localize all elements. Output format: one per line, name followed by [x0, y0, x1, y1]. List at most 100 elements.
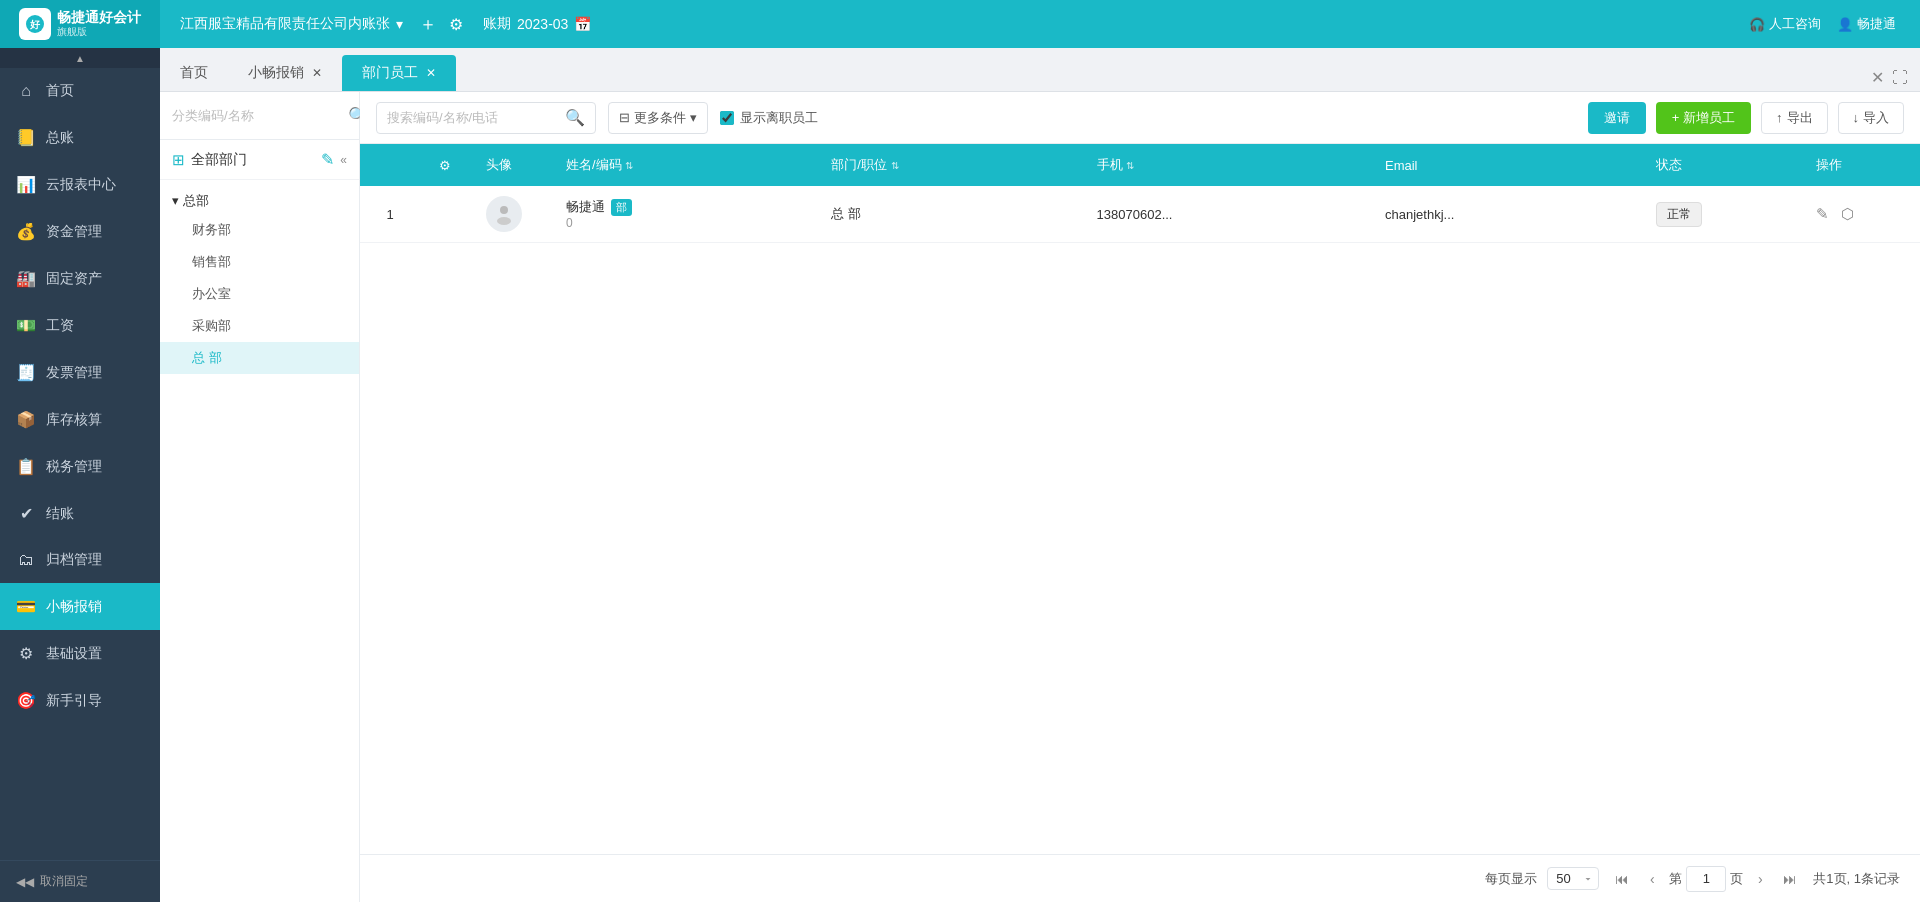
- all-dept-label[interactable]: 全部部门: [191, 151, 315, 169]
- tab-expense-close[interactable]: ✕: [312, 66, 322, 80]
- sidebar-item-assets[interactable]: 🏭 固定资产: [0, 255, 160, 302]
- settings-icon[interactable]: ⚙: [449, 15, 463, 34]
- employee-search-icon[interactable]: 🔍: [565, 108, 585, 127]
- sidebar-item-label: 首页: [46, 82, 74, 100]
- dept-search-input[interactable]: [172, 108, 340, 123]
- dept-grid-icon: ⊞: [172, 151, 185, 169]
- user-name: 畅捷通: [1857, 15, 1896, 33]
- inventory-icon: 📦: [16, 410, 36, 429]
- sidebar-scroll-up[interactable]: ▲: [0, 48, 160, 68]
- last-page-btn[interactable]: ⏭: [1777, 866, 1803, 892]
- guide-icon: 🎯: [16, 691, 36, 710]
- col-name[interactable]: 姓名/编码 ⇅: [550, 144, 815, 186]
- sidebar-item-home[interactable]: ⌂ 首页: [0, 68, 160, 114]
- tab-bar-right: ✕ ⛶: [1859, 68, 1920, 91]
- sidebar-item-fund[interactable]: 💰 资金管理: [0, 208, 160, 255]
- sidebar-item-expense[interactable]: 💳 小畅报销: [0, 583, 160, 630]
- unpin-btn[interactable]: ◀◀ 取消固定: [0, 860, 160, 902]
- per-page-select[interactable]: 50 10 20 100: [1547, 867, 1599, 890]
- user-btn[interactable]: 👤 畅捷通: [1837, 15, 1896, 33]
- edit-btn[interactable]: ✎: [1816, 205, 1829, 223]
- add-employee-button[interactable]: + 新增员工: [1656, 102, 1751, 134]
- archive-icon: 🗂: [16, 551, 36, 569]
- employee-table-wrap: ⚙ 头像 姓名/编码 ⇅ 部门/职位 ⇅: [360, 144, 1920, 854]
- sidebar-item-salary[interactable]: 💵 工资: [0, 302, 160, 349]
- company-name: 江西服宝精品有限责任公司内账张: [180, 15, 390, 33]
- dept-item-purchase[interactable]: 采购部: [160, 310, 359, 342]
- tab-close-btn[interactable]: ✕: [1871, 68, 1884, 87]
- dept-item-hq[interactable]: 总 部: [160, 342, 359, 374]
- employee-table: ⚙ 头像 姓名/编码 ⇅ 部门/职位 ⇅: [360, 144, 1920, 243]
- service-btn[interactable]: 🎧 人工咨询: [1749, 15, 1821, 33]
- emp-code: 0: [566, 216, 799, 230]
- prev-page-btn[interactable]: ‹: [1639, 866, 1665, 892]
- dept-tree-section-root[interactable]: ▾ 总部: [160, 188, 359, 214]
- tab-home[interactable]: 首页: [160, 55, 228, 91]
- col-phone[interactable]: 手机 ⇅: [1081, 144, 1369, 186]
- sidebar-item-invoice[interactable]: 🧾 发票管理: [0, 349, 160, 396]
- table-row: 1: [360, 186, 1920, 243]
- tab-bar: 首页 小畅报销 ✕ 部门员工 ✕ ✕ ⛶: [160, 48, 1920, 92]
- first-page-btn[interactable]: ⏮: [1609, 866, 1635, 892]
- tab-expense[interactable]: 小畅报销 ✕: [228, 55, 342, 91]
- sidebar-item-label: 固定资产: [46, 270, 102, 288]
- invite-button[interactable]: 邀请: [1588, 102, 1646, 134]
- ledger-icon: 📒: [16, 128, 36, 147]
- tab-dept-label: 部门员工: [362, 64, 418, 82]
- sidebar-item-inventory[interactable]: 📦 库存核算: [0, 396, 160, 443]
- filter-label: 更多条件: [634, 109, 686, 127]
- company-dropdown-icon[interactable]: ▾: [396, 16, 403, 32]
- tab-expand-btn[interactable]: ⛶: [1892, 69, 1908, 87]
- period-value[interactable]: 2023-03: [517, 16, 568, 32]
- tab-dept[interactable]: 部门员工 ✕: [342, 55, 456, 91]
- logo-sub: 旗舰版: [57, 25, 141, 39]
- show-resign-input[interactable]: [720, 111, 734, 125]
- cell-dept: 总 部: [815, 186, 1080, 243]
- emp-name-wrap: 畅捷通 部: [566, 198, 799, 216]
- salary-icon: 💵: [16, 316, 36, 335]
- page-input[interactable]: [1686, 866, 1726, 892]
- add-company-icon[interactable]: ＋: [419, 12, 437, 36]
- phone-sort-icon: ⇅: [1126, 160, 1134, 171]
- sidebar-item-settings[interactable]: ⚙ 基础设置: [0, 630, 160, 677]
- col-dept[interactable]: 部门/职位 ⇅: [815, 144, 1080, 186]
- export-button[interactable]: ↑ 导出: [1761, 102, 1828, 134]
- dept-edit-icon[interactable]: ✎: [321, 150, 334, 169]
- dept-sort-icon: ⇅: [891, 160, 899, 171]
- employee-search-bar: 🔍: [376, 102, 596, 134]
- sidebar-item-ledger[interactable]: 📒 总账: [0, 114, 160, 161]
- dept-collapse-icon[interactable]: «: [340, 153, 347, 167]
- col-gear[interactable]: ⚙: [420, 144, 470, 186]
- dept-tree: ▾ 总部 财务部 销售部 办公室 采购部 总 部: [160, 180, 359, 902]
- svg-point-2: [500, 206, 508, 214]
- import-button[interactable]: ↓ 导入: [1838, 102, 1905, 134]
- sidebar-item-guide[interactable]: 🎯 新手引导: [0, 677, 160, 724]
- cell-actions: ✎ ⬡: [1800, 186, 1920, 243]
- pagination-total: 共1页, 1条记录: [1813, 870, 1900, 888]
- sidebar-item-tax[interactable]: 📋 税务管理: [0, 443, 160, 490]
- logout-btn[interactable]: ⬡: [1841, 205, 1854, 223]
- sidebar: ▲ ⌂ 首页 📒 总账 📊 云报表中心 💰 资金管理 🏭 固定资产 💵 工资 🧾: [0, 48, 160, 902]
- col-index: [360, 144, 420, 186]
- svg-point-3: [497, 217, 511, 225]
- dept-item-office[interactable]: 办公室: [160, 278, 359, 310]
- dept-item-sales[interactable]: 销售部: [160, 246, 359, 278]
- sidebar-item-label: 基础设置: [46, 645, 102, 663]
- expense-icon: 💳: [16, 597, 36, 616]
- filter-icon: ⊟: [619, 110, 630, 125]
- sidebar-item-archive[interactable]: 🗂 归档管理: [0, 537, 160, 583]
- status-badge: 正常: [1656, 202, 1702, 227]
- dept-item-finance[interactable]: 财务部: [160, 214, 359, 246]
- logo-area: 好 畅捷通好会计 旗舰版: [0, 0, 160, 48]
- tab-dept-close[interactable]: ✕: [426, 66, 436, 80]
- avatar: [486, 196, 522, 232]
- filter-btn[interactable]: ⊟ 更多条件 ▾: [608, 102, 708, 134]
- sidebar-item-reports[interactable]: 📊 云报表中心: [0, 161, 160, 208]
- page-label: 第: [1669, 870, 1682, 888]
- tab-home-label: 首页: [180, 64, 208, 82]
- show-resign-checkbox[interactable]: 显示离职员工: [720, 109, 818, 127]
- sidebar-item-checkout[interactable]: ✔ 结账: [0, 490, 160, 537]
- calendar-icon[interactable]: 📅: [574, 16, 591, 32]
- employee-search-input[interactable]: [387, 110, 559, 125]
- next-page-btn[interactable]: ›: [1747, 866, 1773, 892]
